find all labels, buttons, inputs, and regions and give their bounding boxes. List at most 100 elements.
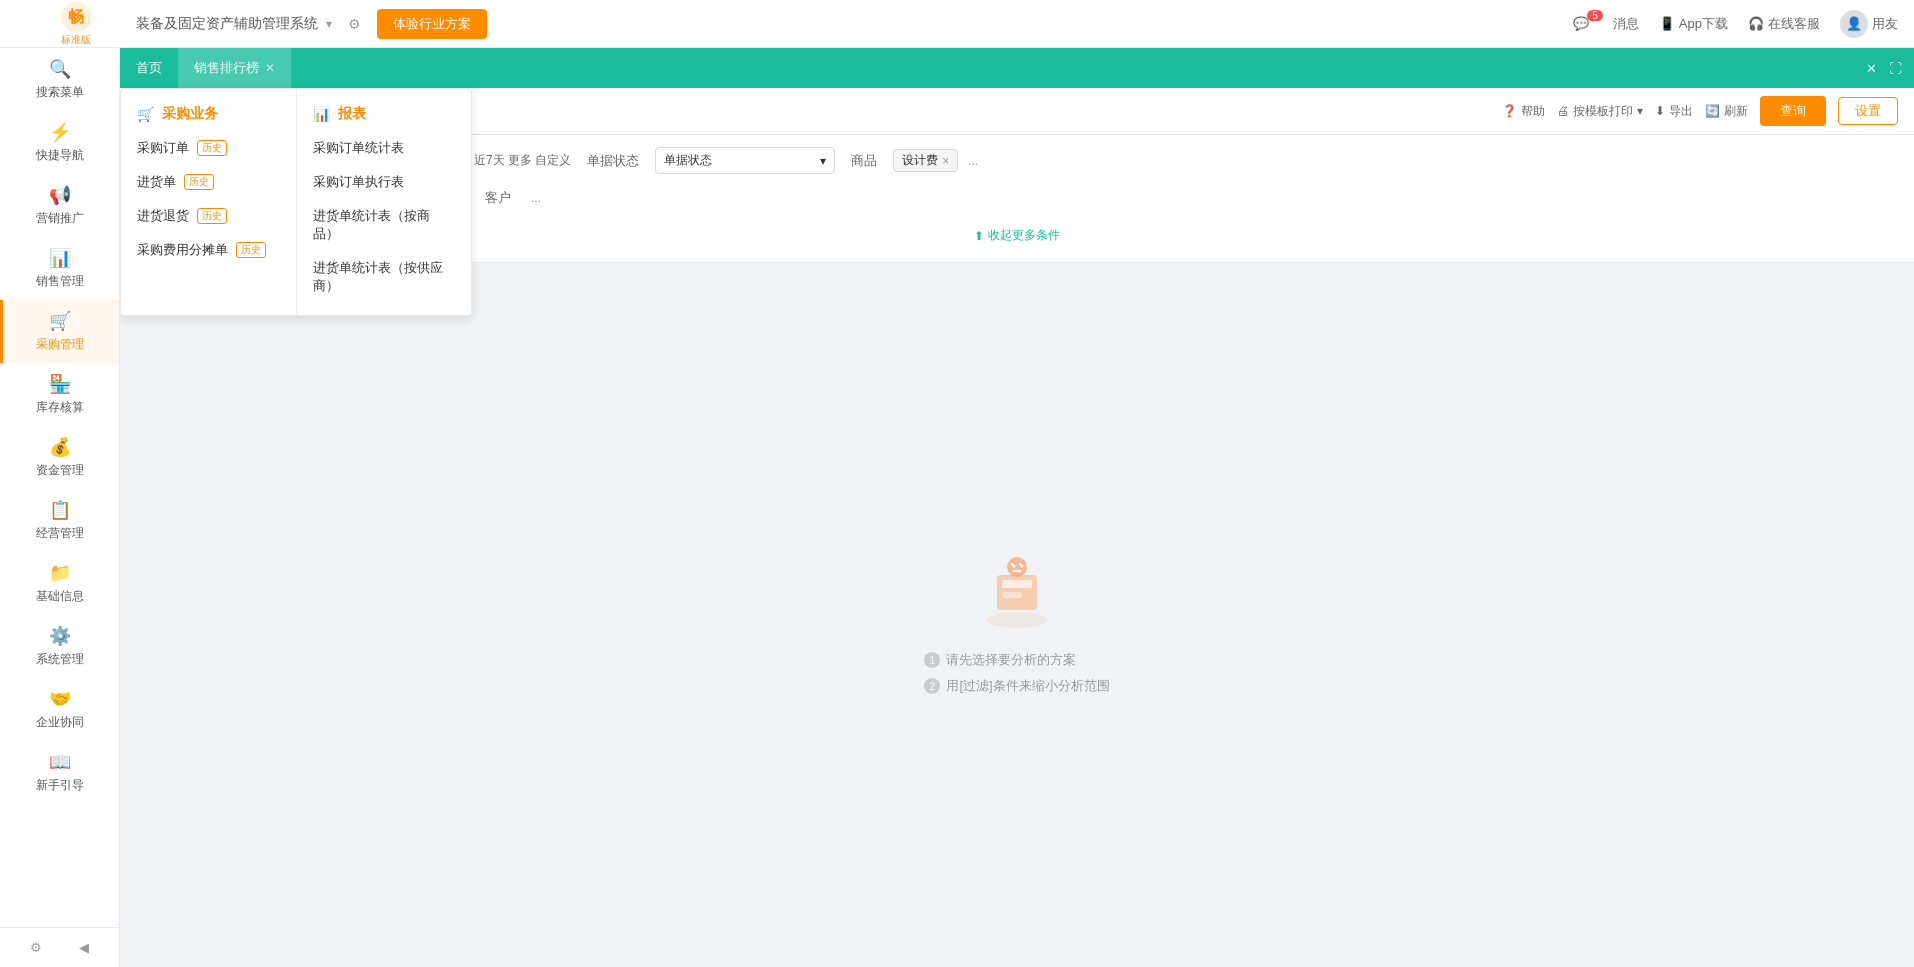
export-label: 导出 — [1669, 103, 1693, 120]
doc-status-select[interactable]: 单据状态 ▾ — [655, 147, 835, 174]
message-item[interactable]: 💬 5 消息 — [1573, 15, 1639, 33]
sidebar-label-marketing: 营销推广 — [36, 210, 84, 227]
sidebar-item-quick[interactable]: ⚡ 快捷导航 — [0, 111, 119, 174]
app-download-item[interactable]: 📱 App下载 — [1659, 15, 1728, 33]
sidebar-item-purchase[interactable]: 🛒 采购管理 — [0, 300, 119, 363]
content-area: 首页 销售排行榜 ✕ ✕ ⛶ 🛒 采购业务 采购订单 — [120, 48, 1914, 967]
purchase-inbound-hist: 历史 — [184, 174, 214, 190]
headset-icon: 🎧 — [1748, 16, 1764, 31]
svg-text:畅: 畅 — [68, 8, 84, 25]
goods-more[interactable]: ... — [968, 154, 978, 168]
purchase-return-hist: 历史 — [197, 208, 227, 224]
goods-tag-close[interactable]: × — [942, 154, 949, 168]
user-label: 用友 — [1872, 15, 1898, 33]
tab-sales-rank[interactable]: 销售排行榜 ✕ — [178, 48, 291, 88]
tab-sales-rank-label: 销售排行榜 — [194, 59, 259, 77]
report-inbound-goods-item[interactable]: 进货单统计表（按商品） — [297, 199, 472, 251]
user-item[interactable]: 👤 用友 — [1840, 10, 1898, 38]
enterprise-icon: 🤝 — [49, 688, 71, 710]
purchase-expense-hist: 历史 — [236, 242, 266, 258]
purchase-inbound-item[interactable]: 进货单 历史 — [121, 165, 296, 199]
online-service-label: 在线客服 — [1768, 15, 1820, 33]
sidebar-label-operation: 经营管理 — [36, 525, 84, 542]
system-settings-icon[interactable]: ⚙ — [348, 16, 361, 32]
report-po-exec-item[interactable]: 采购订单执行表 — [297, 165, 472, 199]
svg-rect-5 — [1002, 592, 1022, 598]
sidebar-item-base[interactable]: 📁 基础信息 — [0, 552, 119, 615]
help-button[interactable]: ❓ 帮助 — [1502, 103, 1545, 120]
sidebar-label-finance: 资金管理 — [36, 462, 84, 479]
tab-close-window-icon[interactable]: ✕ — [1866, 61, 1877, 76]
inventory-icon: 🏪 — [49, 373, 71, 395]
sidebar-label-search: 搜索菜单 — [36, 84, 84, 101]
tip-text-1: 请先选择要分析的方案 — [946, 651, 1076, 669]
doc-status-label: 单据状态 — [587, 152, 639, 170]
goods-area: 设计费 × ... — [893, 149, 978, 172]
sidebar-item-marketing[interactable]: 📢 营销推广 — [0, 174, 119, 237]
sidebar-item-sales[interactable]: 📊 销售管理 — [0, 237, 119, 300]
sidebar-item-system[interactable]: ⚙️ 系统管理 — [0, 615, 119, 678]
main-layout: 🔍 搜索菜单 ⚡ 快捷导航 📢 营销推广 📊 销售管理 🛒 采购管理 🏪 库存核… — [0, 48, 1914, 967]
sidebar-label-system: 系统管理 — [36, 651, 84, 668]
online-service-item[interactable]: 🎧 在线客服 — [1748, 15, 1820, 33]
sidebar-item-search[interactable]: 🔍 搜索菜单 — [0, 48, 119, 111]
tab-home-label: 首页 — [136, 59, 162, 77]
sidebar-bottom: ⚙ ◀ — [0, 927, 119, 967]
export-button[interactable]: ⬇ 导出 — [1655, 103, 1693, 120]
report-po-stats-label: 采购订单统计表 — [313, 139, 404, 157]
logo-text: 标准版 — [61, 33, 91, 47]
print-button[interactable]: 🖨 按模板打印 ▾ — [1557, 103, 1643, 120]
doc-status-value: 单据状态 — [664, 152, 712, 169]
empty-tips: 1 请先选择要分析的方案 2 用[过滤]条件来缩小分析范围 — [924, 651, 1109, 695]
guide-icon: 📖 — [49, 751, 71, 773]
sidebar-item-guide[interactable]: 📖 新手引导 — [0, 741, 119, 804]
svg-point-2 — [987, 612, 1047, 628]
help-icon: ❓ — [1502, 104, 1517, 118]
print-dropdown-icon: ▾ — [1637, 104, 1643, 118]
purchase-order-item[interactable]: 采购订单 历史 — [121, 131, 296, 165]
sidebar-item-inventory[interactable]: 🏪 库存核算 — [0, 363, 119, 426]
query-button[interactable]: 查询 — [1760, 96, 1826, 126]
sidebar-item-finance[interactable]: 💰 资金管理 — [0, 426, 119, 489]
sidebar-collapse-icon[interactable]: ◀ — [79, 940, 89, 955]
goods-label: 商品 — [851, 152, 877, 170]
sidebar-item-enterprise[interactable]: 🤝 企业协同 — [0, 678, 119, 741]
sales-icon: 📊 — [49, 247, 71, 269]
purchase-expense-item[interactable]: 采购费用分摊单 历史 — [121, 233, 296, 267]
system-dropdown-icon[interactable]: ▾ — [326, 17, 332, 31]
sidebar-item-operation[interactable]: 📋 经营管理 — [0, 489, 119, 552]
tab-maximize-icon[interactable]: ⛶ — [1889, 61, 1902, 76]
trial-button[interactable]: 体验行业方案 — [377, 9, 487, 39]
svg-rect-4 — [1002, 580, 1032, 588]
report-po-stats-item[interactable]: 采购订单统计表 — [297, 131, 472, 165]
report-inbound-supplier-item[interactable]: 进货单统计表（按供应商） — [297, 251, 472, 303]
purchase-business-header: 🛒 采购业务 — [121, 101, 296, 131]
refresh-label: 刷新 — [1724, 103, 1748, 120]
sidebar-label-inventory: 库存核算 — [36, 399, 84, 416]
help-label: 帮助 — [1521, 103, 1545, 120]
empty-illustration — [967, 535, 1067, 635]
empty-state: 1 请先选择要分析的方案 2 用[过滤]条件来缩小分析范围 — [120, 263, 1914, 967]
finance-icon: 💰 — [49, 436, 71, 458]
print-icon: 🖨 — [1557, 104, 1569, 118]
tab-home[interactable]: 首页 — [120, 48, 178, 88]
print-label: 按模板打印 — [1573, 103, 1633, 120]
sidebar: 🔍 搜索菜单 ⚡ 快捷导航 📢 营销推广 📊 销售管理 🛒 采购管理 🏪 库存核… — [0, 48, 120, 967]
goods-tag-value: 设计费 — [902, 152, 938, 169]
collapse-label: 收起更多条件 — [988, 227, 1060, 244]
system-icon: ⚙️ — [49, 625, 71, 647]
settings-button[interactable]: 设置 — [1838, 97, 1898, 125]
doc-status-arrow: ▾ — [820, 154, 826, 168]
quick-icon: ⚡ — [49, 121, 71, 143]
sidebar-settings-icon[interactable]: ⚙ — [30, 940, 42, 955]
marketing-icon: 📢 — [49, 184, 71, 206]
tab-close-icon[interactable]: ✕ — [265, 61, 275, 75]
purchase-business-title: 采购业务 — [162, 105, 218, 123]
customer-area: ... — [527, 191, 541, 205]
top-right-area: 💬 5 消息 📱 App下载 🎧 在线客服 👤 用友 — [1573, 10, 1898, 38]
refresh-button[interactable]: 🔄 刷新 — [1705, 103, 1748, 120]
phone-icon: 📱 — [1659, 16, 1675, 31]
empty-tip-2: 2 用[过滤]条件来缩小分析范围 — [924, 677, 1109, 695]
purchase-return-item[interactable]: 进货退货 历史 — [121, 199, 296, 233]
customer-more[interactable]: ... — [531, 191, 541, 205]
